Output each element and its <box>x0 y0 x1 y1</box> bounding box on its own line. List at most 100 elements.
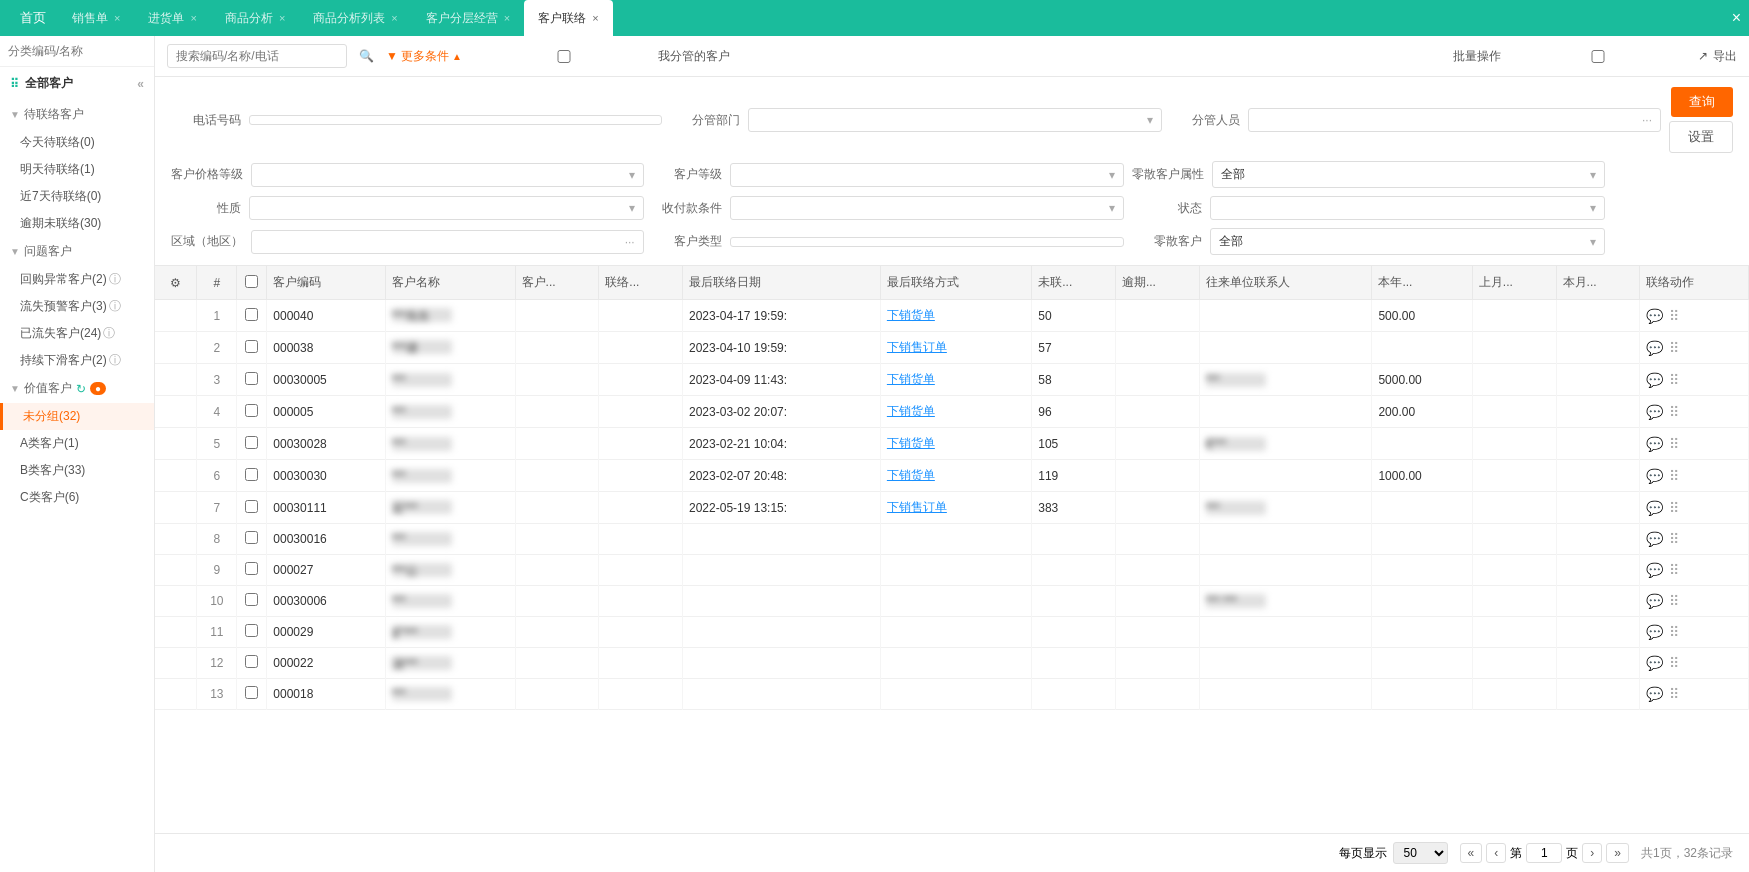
customer-table: ⚙ # 客户编码 客户名称 客户... 联络... 最后联络日期 最后联络方式 … <box>155 266 1749 710</box>
table-row: 9000027***公💬⠿ <box>155 555 1749 586</box>
manager-select[interactable]: ··· <box>1248 108 1661 132</box>
reset-button[interactable]: 设置 <box>1669 121 1733 153</box>
chat-icon[interactable]: 💬 <box>1646 686 1663 702</box>
grid-action-icon[interactable]: ⠿ <box>1669 340 1679 356</box>
phone-input[interactable] <box>249 115 662 125</box>
search-input[interactable] <box>167 44 347 68</box>
grid-action-icon[interactable]: ⠿ <box>1669 372 1679 388</box>
customer-type-input[interactable] <box>730 237 1125 247</box>
filter-actions: 查询 设置 <box>1669 87 1733 153</box>
tab-customer-segment[interactable]: 客户分层经营 × <box>412 0 524 36</box>
grid-action-icon[interactable]: ⠿ <box>1669 686 1679 702</box>
chat-icon[interactable]: 💬 <box>1646 372 1663 388</box>
this-year-col-header: 本年... <box>1372 266 1472 300</box>
query-button[interactable]: 查询 <box>1671 87 1733 117</box>
tab-customer-contact[interactable]: 客户联络 × <box>524 0 612 36</box>
customer-type-label: 客户类型 <box>652 233 722 250</box>
tab-analysis-list[interactable]: 商品分析列表 × <box>299 0 411 36</box>
grid-action-icon[interactable]: ⠿ <box>1669 531 1679 547</box>
tab-analysis[interactable]: 商品分析 × <box>211 0 299 36</box>
checkbox-col-header[interactable] <box>237 266 267 300</box>
sidebar-item-group-b[interactable]: B类客户(33) <box>0 457 154 484</box>
more-conditions-btn[interactable]: ▼ 更多条件 ▲ <box>386 48 462 65</box>
sidebar-item-abnormal[interactable]: 回购异常客户(2) ⓘ <box>0 266 154 293</box>
sidebar-item-group-c[interactable]: C类客户(6) <box>0 484 154 511</box>
search-icon[interactable]: 🔍 <box>359 49 374 63</box>
sidebar-search-input[interactable] <box>8 44 155 58</box>
all-customers-header[interactable]: ⠿ 全部客户 « <box>0 67 154 100</box>
grid-action-icon[interactable]: ⠿ <box>1669 308 1679 324</box>
grid-action-icon[interactable]: ⠿ <box>1669 562 1679 578</box>
chat-icon[interactable]: 💬 <box>1646 562 1663 578</box>
price-level-select[interactable]: ▾ <box>251 163 644 187</box>
sidebar-item-declining[interactable]: 持续下滑客户(2) ⓘ <box>0 347 154 374</box>
sidebar-item-churn-risk[interactable]: 流失预警客户(3) ⓘ <box>0 293 154 320</box>
my-customers-checkbox[interactable]: 我分管的客户 <box>474 48 730 65</box>
sidebar-item-overdue[interactable]: 逾期未联络(30) <box>0 210 154 237</box>
prev-page-btn[interactable]: ‹ <box>1486 843 1506 863</box>
export-btn[interactable]: ↗ 导出 <box>1698 48 1737 65</box>
refresh-icon[interactable]: ↻ <box>76 382 86 396</box>
settings-col-header[interactable]: ⚙ <box>155 266 197 300</box>
close-purchase-icon[interactable]: × <box>190 12 196 24</box>
chat-icon[interactable]: 💬 <box>1646 531 1663 547</box>
chat-icon[interactable]: 💬 <box>1646 500 1663 516</box>
home-tab[interactable]: 首页 <box>8 9 58 27</box>
next-page-btn[interactable]: › <box>1582 843 1602 863</box>
per-page-select[interactable]: 50 100 200 <box>1393 842 1448 864</box>
last-date-col-header: 最后联络日期 <box>683 266 881 300</box>
chat-icon[interactable]: 💬 <box>1646 308 1663 324</box>
close-analysis-icon[interactable]: × <box>279 12 285 24</box>
grid-action-icon[interactable]: ⠿ <box>1669 624 1679 640</box>
sidebar-item-7days[interactable]: 近7天待联络(0) <box>0 183 154 210</box>
table-row: 13000018***💬⠿ <box>155 679 1749 710</box>
chat-icon[interactable]: 💬 <box>1646 468 1663 484</box>
sidebar-item-group-a[interactable]: A类客户(1) <box>0 430 154 457</box>
table-header-row: ⚙ # 客户编码 客户名称 客户... 联络... 最后联络日期 最后联络方式 … <box>155 266 1749 300</box>
table-row: 1000030006****** ***💬⠿ <box>155 586 1749 617</box>
chat-icon[interactable]: 💬 <box>1646 624 1663 640</box>
last-page-btn[interactable]: » <box>1606 843 1629 863</box>
close-window-icon[interactable]: × <box>1732 9 1741 27</box>
collapse-sidebar-icon[interactable]: « <box>137 77 144 91</box>
sidebar-item-today[interactable]: 今天待联络(0) <box>0 129 154 156</box>
dept-select[interactable]: ▾ <box>748 108 1161 132</box>
grid-action-icon[interactable]: ⠿ <box>1669 655 1679 671</box>
chat-icon[interactable]: 💬 <box>1646 593 1663 609</box>
grid-action-icon[interactable]: ⠿ <box>1669 468 1679 484</box>
select-all-checkbox[interactable] <box>245 275 258 288</box>
sidebar-item-tomorrow[interactable]: 明天待联络(1) <box>0 156 154 183</box>
pending-contact-group[interactable]: ▼ 待联络客户 <box>0 100 154 129</box>
chat-icon[interactable]: 💬 <box>1646 436 1663 452</box>
grid-action-icon[interactable]: ⠿ <box>1669 500 1679 516</box>
status-select[interactable]: ▾ <box>1210 196 1605 220</box>
tab-purchase[interactable]: 进货单 × <box>134 0 210 36</box>
nature-select[interactable]: ▾ <box>249 196 644 220</box>
sidebar-item-lost[interactable]: 已流失客户(24) ⓘ <box>0 320 154 347</box>
chat-icon[interactable]: 💬 <box>1646 655 1663 671</box>
grid-action-icon[interactable]: ⠿ <box>1669 404 1679 420</box>
my-customers-input[interactable] <box>474 50 654 63</box>
grid-action-icon[interactable]: ⠿ <box>1669 436 1679 452</box>
tab-sales[interactable]: 销售单 × <box>58 0 134 36</box>
chat-icon[interactable]: 💬 <box>1646 340 1663 356</box>
retail-attr-select[interactable]: 全部 ▾ <box>1212 161 1605 188</box>
chat-icon[interactable]: 💬 <box>1646 404 1663 420</box>
close-customer-contact-icon[interactable]: × <box>592 12 598 24</box>
payment-select[interactable]: ▾ <box>730 196 1125 220</box>
page-number-input[interactable] <box>1526 843 1562 863</box>
table-row: 11000029扩***💬⠿ <box>155 617 1749 648</box>
close-analysis-list-icon[interactable]: × <box>391 12 397 24</box>
problem-customers-group[interactable]: ▼ 问题客户 <box>0 237 154 266</box>
region-select[interactable]: ··· <box>251 230 644 254</box>
batch-operation-btn[interactable]: 批量操作 <box>1453 48 1688 65</box>
close-customer-segment-icon[interactable]: × <box>504 12 510 24</box>
retail-attr-label: 零散客户属性 <box>1132 166 1204 183</box>
first-page-btn[interactable]: « <box>1460 843 1483 863</box>
sidebar-item-unclassified[interactable]: 未分组(32) <box>0 403 154 430</box>
close-sales-icon[interactable]: × <box>114 12 120 24</box>
retail-customer-select[interactable]: 全部 ▾ <box>1210 228 1605 255</box>
grid-action-icon[interactable]: ⠿ <box>1669 593 1679 609</box>
value-customers-group[interactable]: ▼ 价值客户 ↻ ● <box>0 374 154 403</box>
customer-level-select[interactable]: ▾ <box>730 163 1125 187</box>
